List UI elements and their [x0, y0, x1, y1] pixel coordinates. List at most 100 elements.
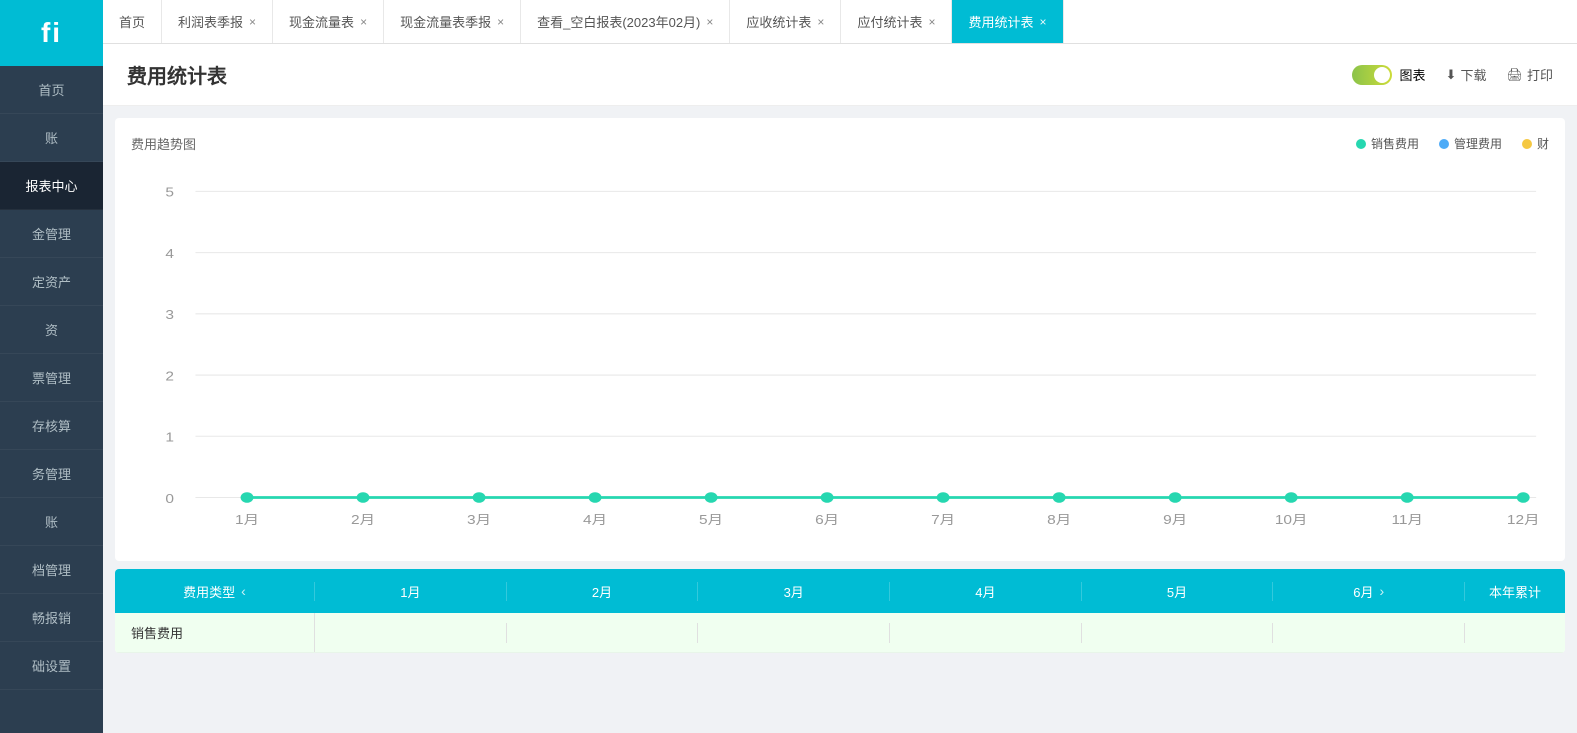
close-receivable-stats-icon[interactable]: ×: [817, 15, 824, 29]
chart-toggle-wrap: 图表: [1352, 65, 1426, 85]
sidebar: fi 首页 账 报表中心 金管理 定资产 资 票管理 存核算 务管理 账 档管理…: [0, 0, 103, 733]
sidebar-item-investment[interactable]: 资: [0, 306, 103, 354]
main-area: 首页 利润表季报 × 现金流量表 × 现金流量表季报 × 查看_空白报表(202…: [103, 0, 1577, 733]
th-month-1-label: 1月: [400, 582, 420, 601]
chart-toggle[interactable]: [1352, 65, 1392, 85]
legend-label-sales: 销售费用: [1371, 135, 1419, 152]
th-type-label: 费用类型: [183, 582, 235, 601]
td-val-1: [315, 623, 507, 643]
tab-cashflow-quarterly[interactable]: 现金流量表季报 ×: [384, 0, 521, 44]
th-summary-label: 本年累计: [1489, 582, 1541, 601]
sidebar-item-home[interactable]: 首页: [0, 66, 103, 114]
td-val-2: [507, 623, 699, 643]
th-month-3-label: 3月: [784, 582, 804, 601]
th-month-2-label: 2月: [592, 582, 612, 601]
close-cashflow-icon[interactable]: ×: [360, 15, 367, 29]
print-label: 打印: [1527, 65, 1553, 84]
download-button[interactable]: ⬇ 下载: [1446, 65, 1487, 84]
tab-expense-stats[interactable]: 费用统计表 ×: [952, 0, 1063, 44]
th-summary: 本年累计: [1465, 582, 1565, 601]
th-month-1: 1月: [315, 582, 507, 601]
close-payable-stats-icon[interactable]: ×: [928, 15, 935, 29]
tab-cashflow[interactable]: 现金流量表 ×: [273, 0, 384, 44]
svg-text:3: 3: [165, 307, 174, 321]
sidebar-logo: fi: [0, 0, 103, 66]
chart-area: 5 4 3 2 1 0: [131, 165, 1549, 545]
sidebar-item-payable[interactable]: 账: [0, 498, 103, 546]
sidebar-item-account[interactable]: 账: [0, 114, 103, 162]
page-header: 费用统计表 图表 ⬇ 下载 🖨 打印: [103, 44, 1577, 106]
th-month-2: 2月: [507, 582, 699, 601]
sidebar-item-basic-settings[interactable]: 础设置: [0, 642, 103, 690]
td-val-5: [1082, 623, 1274, 643]
download-icon: ⬇: [1446, 67, 1457, 83]
legend-dot-admin: [1439, 139, 1449, 149]
td-type: 销售费用: [115, 613, 315, 652]
tab-profit-quarterly[interactable]: 利润表季报 ×: [162, 0, 273, 44]
th-month-3: 3月: [698, 582, 890, 601]
page-title: 费用统计表: [127, 60, 227, 89]
tab-expense-stats-label: 费用统计表: [968, 12, 1033, 31]
svg-text:7月: 7月: [931, 512, 955, 526]
svg-text:4月: 4月: [583, 512, 607, 526]
legend-dot-finance: [1522, 139, 1532, 149]
svg-text:11月: 11月: [1391, 512, 1423, 526]
print-button[interactable]: 🖨 打印: [1506, 65, 1553, 84]
tab-payable-stats-label: 应付统计表: [857, 12, 922, 31]
close-cashflow-quarterly-icon[interactable]: ×: [497, 15, 504, 29]
tab-payable-stats[interactable]: 应付统计表 ×: [841, 0, 952, 44]
svg-text:3月: 3月: [467, 512, 491, 526]
th-month-5-label: 5月: [1167, 582, 1187, 601]
tab-receivable-stats-label: 应收统计表: [746, 12, 811, 31]
table-row: 销售费用: [115, 613, 1565, 653]
legend-label-finance: 财: [1537, 135, 1549, 152]
svg-text:12月: 12月: [1507, 512, 1540, 526]
chart-svg: 5 4 3 2 1 0: [131, 165, 1549, 545]
tab-home-label: 首页: [119, 12, 145, 31]
td-val-4: [890, 623, 1082, 643]
tab-blank-report[interactable]: 查看_空白报表(2023年02月) ×: [521, 0, 730, 44]
sidebar-item-ticket-mgmt[interactable]: 票管理: [0, 354, 103, 402]
td-val-3: [698, 623, 890, 643]
tab-bar: 首页 利润表季报 × 现金流量表 × 现金流量表季报 × 查看_空白报表(202…: [103, 0, 1577, 44]
close-blank-report-icon[interactable]: ×: [706, 15, 713, 29]
svg-text:2月: 2月: [351, 512, 375, 526]
sidebar-item-write-off[interactable]: 畅报销: [0, 594, 103, 642]
sidebar-item-storage[interactable]: 存核算: [0, 402, 103, 450]
svg-text:8月: 8月: [1047, 512, 1071, 526]
prev-months-arrow[interactable]: ‹: [241, 583, 246, 599]
th-month-5: 5月: [1082, 582, 1274, 601]
table-section: 费用类型 ‹ 1月 2月 3月 4月 5月: [115, 569, 1565, 653]
legend-dot-sales: [1356, 139, 1366, 149]
sidebar-item-fund-mgmt[interactable]: 金管理: [0, 210, 103, 258]
sidebar-item-fixed-assets[interactable]: 定资产: [0, 258, 103, 306]
th-month-4: 4月: [890, 582, 1082, 601]
chart-legend: 销售费用 管理费用 财: [1356, 135, 1549, 152]
legend-label-admin: 管理费用: [1454, 135, 1502, 152]
chart-toggle-label: 图表: [1400, 65, 1426, 84]
sidebar-item-service-mgmt[interactable]: 务管理: [0, 450, 103, 498]
td-val-6: [1273, 623, 1465, 643]
chart-header: 费用趋势图 销售费用 管理费用 财: [131, 134, 1549, 153]
sidebar-item-report-center[interactable]: 报表中心: [0, 162, 103, 210]
chart-section: 费用趋势图 销售费用 管理费用 财: [115, 118, 1565, 561]
tab-receivable-stats[interactable]: 应收统计表 ×: [730, 0, 841, 44]
th-month-6: 6月 ›: [1273, 582, 1465, 601]
td-summary: [1465, 623, 1565, 643]
close-expense-stats-icon[interactable]: ×: [1039, 15, 1046, 29]
tab-cashflow-quarterly-label: 现金流量表季报: [400, 12, 491, 31]
next-months-arrow[interactable]: ›: [1379, 583, 1384, 599]
legend-item-sales: 销售费用: [1356, 135, 1419, 152]
svg-text:10月: 10月: [1275, 512, 1308, 526]
svg-text:5: 5: [165, 185, 174, 199]
sidebar-item-archive-mgmt[interactable]: 档管理: [0, 546, 103, 594]
print-icon: 🖨: [1506, 67, 1523, 83]
svg-text:6月: 6月: [815, 512, 839, 526]
tab-home[interactable]: 首页: [103, 0, 162, 44]
download-label: 下载: [1460, 65, 1486, 84]
tab-cashflow-label: 现金流量表: [289, 12, 354, 31]
tab-blank-report-label: 查看_空白报表(2023年02月): [537, 12, 700, 31]
table-header-row: 费用类型 ‹ 1月 2月 3月 4月 5月: [115, 569, 1565, 613]
legend-item-admin: 管理费用: [1439, 135, 1502, 152]
close-profit-quarterly-icon[interactable]: ×: [249, 15, 256, 29]
